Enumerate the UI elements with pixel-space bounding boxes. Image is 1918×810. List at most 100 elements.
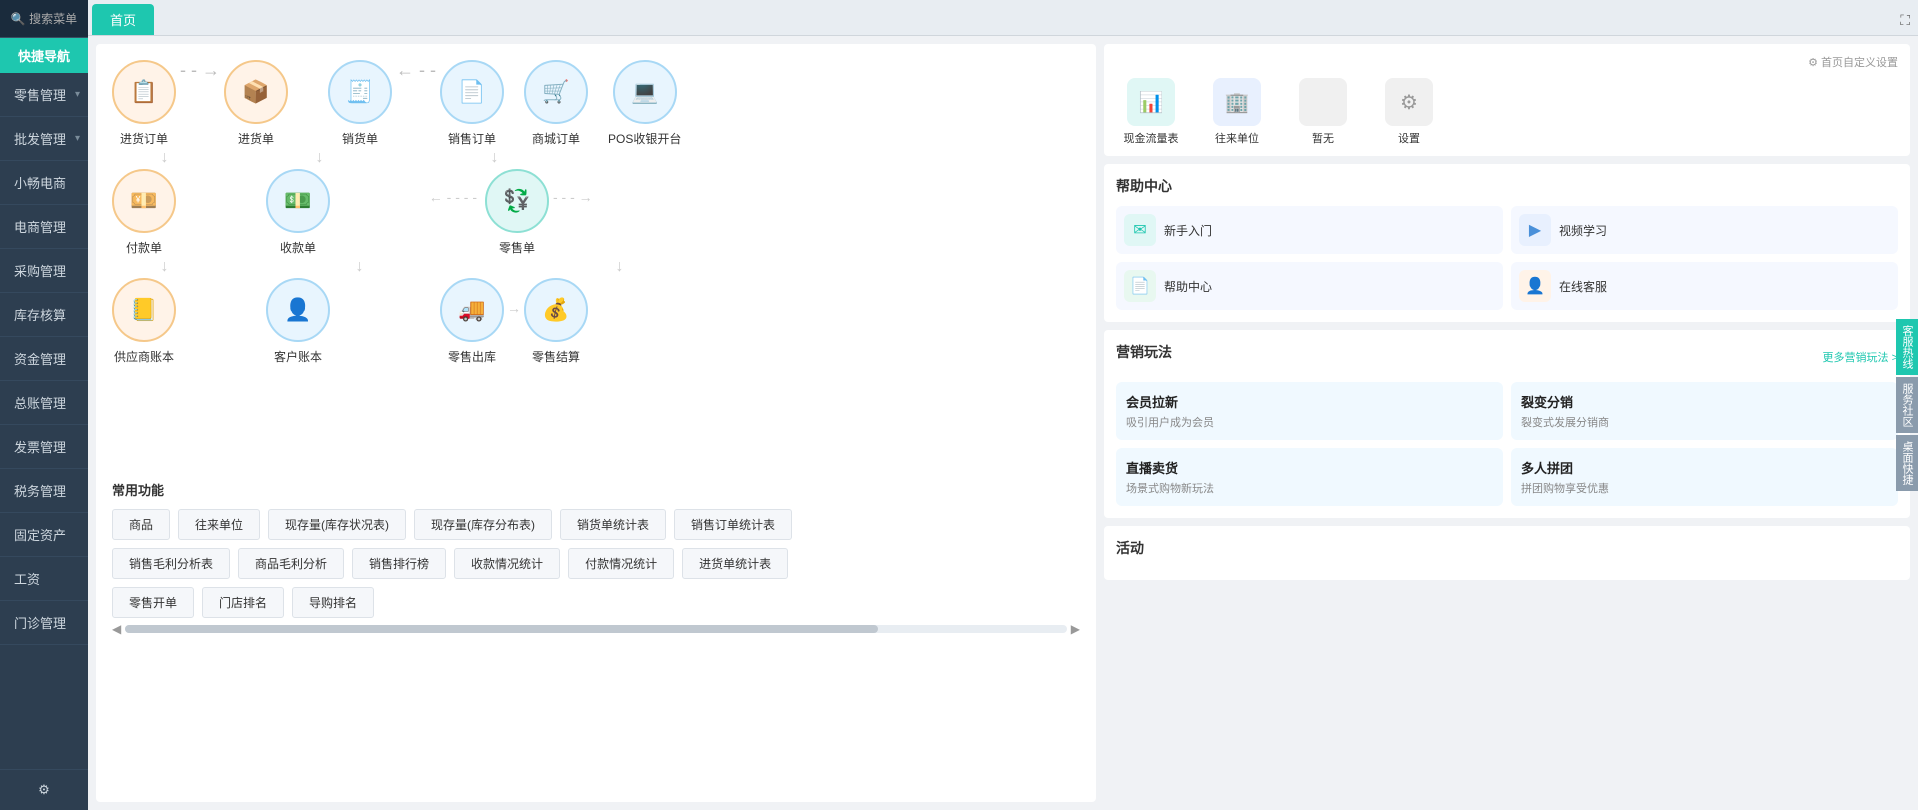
help-grid: ✉ 新手入门 ▶ 视频学习 📄 帮助中心 👤 在线客服 xyxy=(1116,206,1898,310)
purchase-icon: 📦 xyxy=(242,79,269,105)
flow-node-purchase-order[interactable]: 📋 进货订单 xyxy=(112,60,176,147)
help-item-video[interactable]: ▶ 视频学习 xyxy=(1511,206,1898,254)
sidebar-item-clinic[interactable]: 门诊管理 xyxy=(0,601,88,645)
flow-node-customer-ledger[interactable]: 👤 客户账本 xyxy=(266,278,330,365)
func-btn-sales-profit[interactable]: 销售毛利分析表 xyxy=(112,548,230,579)
func-btn-stock1[interactable]: 现存量(库存状况表) xyxy=(268,509,406,540)
tab-home[interactable]: 首页 xyxy=(92,4,154,35)
flow-node-purchase[interactable]: 📦 进货单 xyxy=(224,60,288,147)
float-buttons: 客服热线 服务社区 桌面快捷 xyxy=(1896,319,1918,491)
down-arrow-sales: ↓ xyxy=(267,149,372,167)
func-btn-partner[interactable]: 往来单位 xyxy=(178,509,260,540)
quick-icon-partner[interactable]: 🏢 往来单位 xyxy=(1202,78,1272,146)
func-btn-receipt-stat[interactable]: 收款情况统计 xyxy=(454,548,560,579)
marketing-item-fission[interactable]: 裂变分销 裂变式发展分销商 xyxy=(1511,382,1898,440)
help-item-beginner[interactable]: ✉ 新手入门 xyxy=(1116,206,1503,254)
sidebar-item-retail[interactable]: 零售管理 ▾ xyxy=(0,73,88,117)
sidebar-item-purchase[interactable]: 采购管理 xyxy=(0,249,88,293)
more-marketing-link[interactable]: 更多营销玩法 > xyxy=(1823,349,1898,365)
sidebar-item-ecommerce[interactable]: 电商管理 xyxy=(0,205,88,249)
sales-order-icon: 📄 xyxy=(458,79,485,105)
down-arrow-payment: ↓ xyxy=(112,258,217,276)
common-func-title: 常用功能 xyxy=(112,480,1080,499)
marketing-item-live[interactable]: 直播卖货 场景式购物新玩法 xyxy=(1116,448,1503,506)
flow-node-sales-order[interactable]: 📄 销售订单 xyxy=(440,60,504,147)
sidebar-item-invoice[interactable]: 发票管理 xyxy=(0,425,88,469)
flow-node-supplier-ledger[interactable]: 📒 供应商账本 xyxy=(112,278,176,365)
chevron-icon: ▾ xyxy=(75,89,80,100)
sidebar-item-finance[interactable]: 资金管理 xyxy=(0,337,88,381)
down-arrow-retailorder: ↓ xyxy=(567,258,672,276)
purchase-order-icon: 📋 xyxy=(130,79,157,105)
func-btn-retail-order[interactable]: 零售开单 xyxy=(112,587,194,618)
gear-icon: ⚙ xyxy=(1808,56,1818,69)
flow-node-retail-settle[interactable]: 💰 零售结算 xyxy=(524,278,588,365)
common-func-row1: 商品 往来单位 现存量(库存状况表) 现存量(库存分布表) 销货单统计表 销售订… xyxy=(112,509,1080,540)
marketing-item-member[interactable]: 会员拉新 吸引用户成为会员 xyxy=(1116,382,1503,440)
sidebar-search[interactable]: 🔍 搜索菜单 xyxy=(0,0,88,38)
sidebar-item-salary[interactable]: 工资 xyxy=(0,557,88,601)
func-btn-sales-stat[interactable]: 销货单统计表 xyxy=(560,509,666,540)
retail-settle-icon: 💰 xyxy=(542,297,569,323)
func-btn-purchase-stat[interactable]: 进货单统计表 xyxy=(682,548,788,579)
common-func-row2: 销售毛利分析表 商品毛利分析 销售排行榜 收款情况统计 付款情况统计 进货单统计… xyxy=(112,548,1080,579)
quick-icon-settings[interactable]: ⚙ 设置 xyxy=(1374,78,1444,146)
marketing-item-group-buy[interactable]: 多人拼团 拼团购物享受优惠 xyxy=(1511,448,1898,506)
sidebar-item-fixed-assets[interactable]: 固定资产 xyxy=(0,513,88,557)
marketing-header: 营销玩法 更多营销玩法 > xyxy=(1116,342,1898,372)
arrow-right-1: - - → xyxy=(176,60,224,81)
scroll-left-arrow[interactable]: ◀ xyxy=(112,622,121,636)
func-btn-sales-order-stat[interactable]: 销售订单统计表 xyxy=(674,509,792,540)
sidebar-item-ledger[interactable]: 总账管理 xyxy=(0,381,88,425)
sidebar-item-tax[interactable]: 税务管理 xyxy=(0,469,88,513)
main-area: 首页 ⛶ 📋 进货订单 - - → xyxy=(88,0,1918,810)
float-btn-desktop[interactable]: 桌面快捷 xyxy=(1896,435,1918,491)
quick-icon-empty: 暂无 xyxy=(1288,78,1358,146)
receipt-icon: 💵 xyxy=(284,188,311,214)
flow-node-receipt[interactable]: 💵 收款单 xyxy=(266,169,330,256)
flow-node-pos[interactable]: 💻 POS收银开台 xyxy=(608,60,681,147)
arrow-left-1: ← - - xyxy=(392,60,440,81)
float-btn-community[interactable]: 服务社区 xyxy=(1896,377,1918,433)
search-icon: 🔍 xyxy=(11,12,26,26)
pos-icon: 💻 xyxy=(631,79,658,105)
quick-access-section: ⚙ 首页自定义设置 📊 现金流量表 🏢 往来单位 暂无 xyxy=(1104,44,1910,156)
arrow-left-2: ← - - - - xyxy=(429,189,477,205)
func-btn-store-rank[interactable]: 门店排名 xyxy=(202,587,284,618)
func-btn-product-profit[interactable]: 商品毛利分析 xyxy=(238,548,344,579)
retail-order-icon: 💱 xyxy=(503,188,530,214)
scroll-track[interactable] xyxy=(125,625,1067,633)
sidebar-item-inventory[interactable]: 库存核算 xyxy=(0,293,88,337)
float-btn-service[interactable]: 客服热线 xyxy=(1896,319,1918,375)
common-functions-section: 常用功能 商品 往来单位 现存量(库存状况表) 现存量(库存分布表) 销货单统计… xyxy=(112,480,1080,618)
scroll-right-arrow[interactable]: ▶ xyxy=(1071,622,1080,636)
horizontal-scrollbar: ◀ ▶ xyxy=(112,618,1080,640)
func-btn-stock2[interactable]: 现存量(库存分布表) xyxy=(414,509,552,540)
flow-node-retail-order[interactable]: 💱 零售单 xyxy=(485,169,549,256)
func-btn-sales-rank[interactable]: 销售排行榜 xyxy=(352,548,446,579)
video-icon: ▶ xyxy=(1519,214,1551,246)
tab-bar: 首页 ⛶ xyxy=(88,0,1918,36)
func-btn-product[interactable]: 商品 xyxy=(112,509,170,540)
func-btn-guide-rank[interactable]: 导购排名 xyxy=(292,587,374,618)
flow-node-mall-order[interactable]: 🛒 商城订单 xyxy=(524,60,588,147)
sidebar-item-wholesale[interactable]: 批发管理 ▾ xyxy=(0,117,88,161)
flow-node-retail-out[interactable]: 🚚 零售出库 xyxy=(440,278,504,365)
customize-btn[interactable]: ⚙ 首页自定义设置 xyxy=(1808,54,1898,70)
flow-node-payment[interactable]: 💴 付款单 xyxy=(112,169,176,256)
supplier-ledger-icon: 📒 xyxy=(130,297,157,323)
quick-access-header: ⚙ 首页自定义设置 xyxy=(1116,54,1898,70)
func-btn-payment-stat[interactable]: 付款情况统计 xyxy=(568,548,674,579)
down-arrow-purchase: ↓ xyxy=(112,149,217,167)
expand-icon[interactable]: ⛶ xyxy=(1900,12,1910,29)
flow-node-sales[interactable]: 🧾 销货单 xyxy=(328,60,392,147)
help-item-helpcenter[interactable]: 📄 帮助中心 xyxy=(1116,262,1503,310)
quick-icon-cashflow[interactable]: 📊 现金流量表 xyxy=(1116,78,1186,146)
marketing-grid: 会员拉新 吸引用户成为会员 裂变分销 裂变式发展分销商 直播卖货 场景式购物新玩… xyxy=(1116,382,1898,506)
sidebar-settings-button[interactable]: ⚙ xyxy=(0,769,88,810)
help-item-online-service[interactable]: 👤 在线客服 xyxy=(1511,262,1898,310)
arrow-right-retail: → xyxy=(507,300,521,316)
activity-section: 活动 xyxy=(1104,526,1910,580)
customer-ledger-icon: 👤 xyxy=(284,297,311,323)
sidebar-item-xiaochang[interactable]: 小畅电商 xyxy=(0,161,88,205)
